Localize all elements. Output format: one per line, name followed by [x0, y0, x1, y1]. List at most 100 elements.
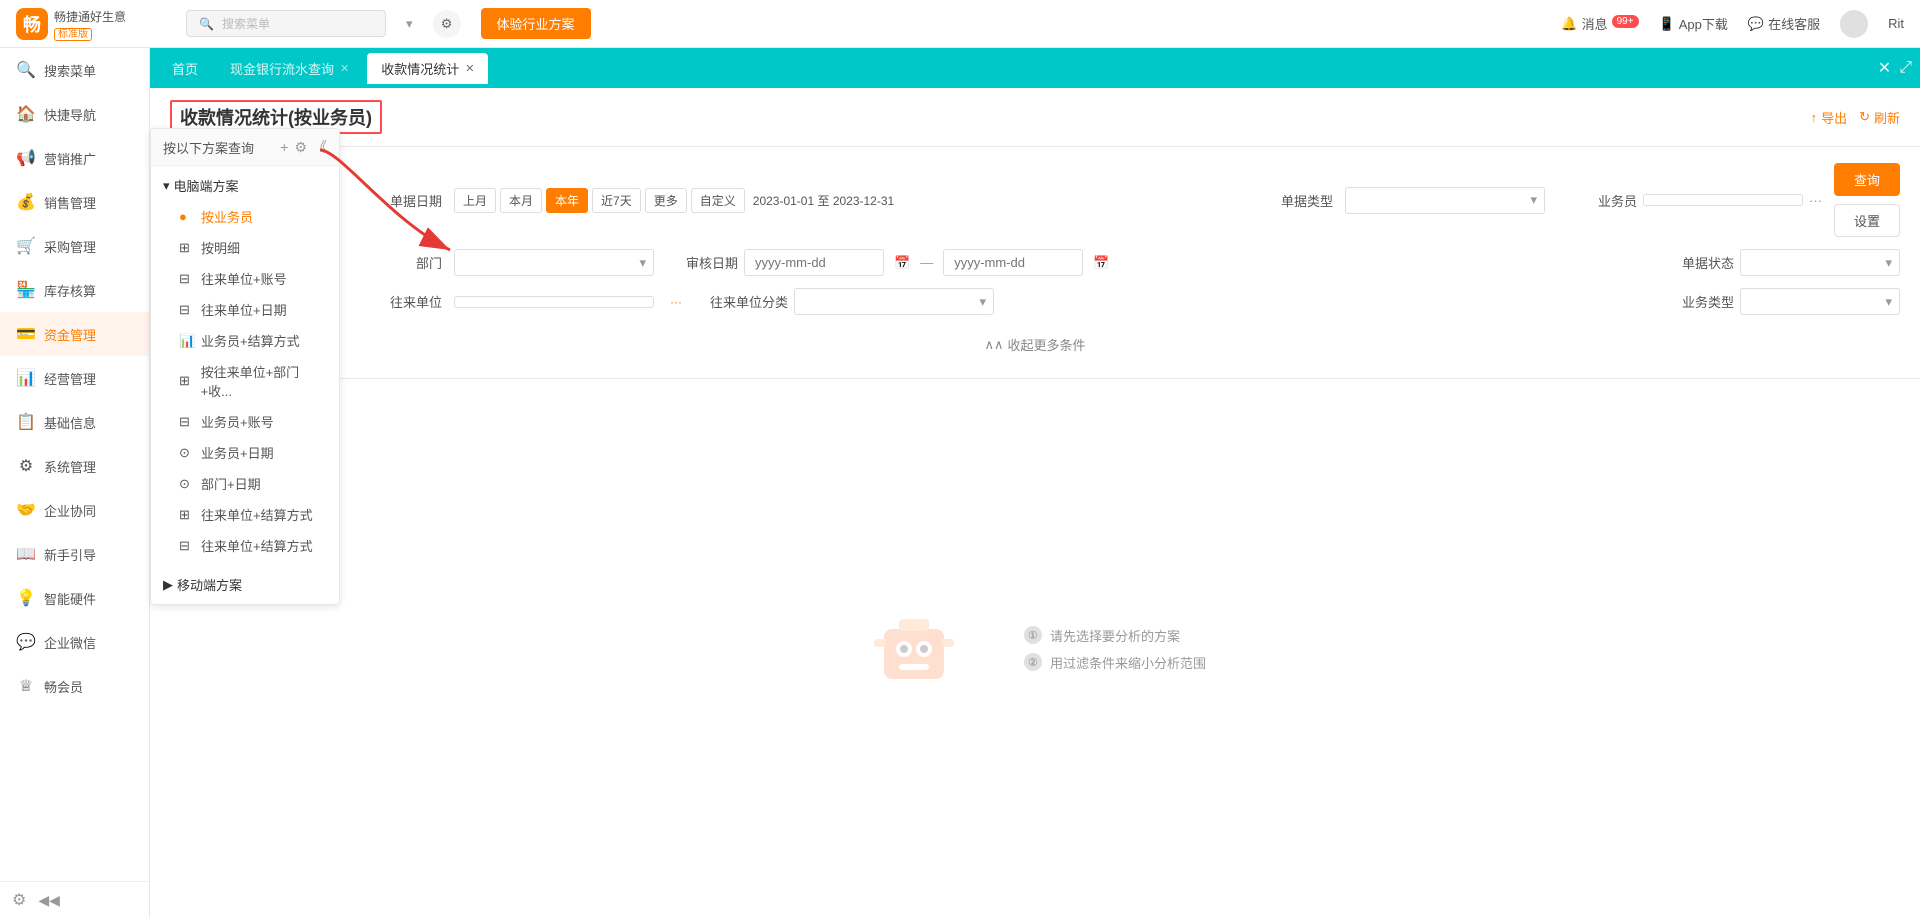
- sidebar-item-label: 销售管理: [44, 193, 96, 212]
- sidebar-item-purchase[interactable]: 🛒 采购管理: [0, 224, 149, 268]
- tab-home[interactable]: 首页: [158, 53, 212, 84]
- date-range: 2023-01-01 至 2023-12-31: [753, 192, 894, 209]
- tab-close-receipt-stats[interactable]: ✕: [465, 62, 474, 75]
- date-btn-this-month[interactable]: 本月: [500, 188, 542, 213]
- collapse-more-btn[interactable]: ∧∧ 收起更多条件: [170, 327, 1900, 362]
- cal-icon-from[interactable]: 📅: [894, 255, 910, 271]
- scheme-item-salesperson-account[interactable]: ⊟ 业务员+账号: [151, 406, 339, 437]
- sidebar-item-sales[interactable]: 💰 销售管理: [0, 180, 149, 224]
- doc-status-select[interactable]: [1740, 249, 1900, 276]
- date-btn-this-year[interactable]: 本年: [546, 188, 588, 213]
- sidebar-item-member[interactable]: ♕ 畅会员: [0, 664, 149, 708]
- empty-robot-icon: [864, 599, 964, 699]
- scheme-section-mobile-header[interactable]: ▶ 移动端方案: [151, 569, 339, 600]
- settings-btn[interactable]: 设置: [1834, 204, 1900, 237]
- scheme-item-counterpart-settlement2[interactable]: ⊟ 往来单位+结算方式: [151, 530, 339, 561]
- capital-icon: 💳: [16, 324, 36, 344]
- scheme-item-counterpart-settlement1[interactable]: ⊞ 往来单位+结算方式: [151, 499, 339, 530]
- messages-badge: 99+: [1612, 15, 1639, 28]
- biz-type-select[interactable]: [1740, 288, 1900, 315]
- sidebar-settings-icon[interactable]: ⚙: [12, 890, 26, 910]
- refresh-btn[interactable]: ↻ 刷新: [1859, 108, 1900, 127]
- scheme-item-counterpart-dept[interactable]: ⊞ 按往来单位+部门+收...: [151, 356, 339, 406]
- sidebar-item-wechat[interactable]: 💬 企业微信: [0, 620, 149, 664]
- biz-type-label: 业务类型: [1674, 292, 1734, 311]
- counterpart-input[interactable]: [454, 296, 654, 308]
- sidebar-item-label: 企业微信: [44, 633, 96, 652]
- warehouse-icon: 🏪: [16, 280, 36, 300]
- scheme-item-icon-grid: ⊞: [179, 240, 195, 256]
- counterpart-more-btn[interactable]: ···: [666, 295, 686, 309]
- scheme-item-by-salesperson[interactable]: ● 按业务员: [151, 201, 339, 232]
- tab-bank-flow[interactable]: 现金银行流水查询 ✕: [216, 53, 363, 84]
- logo-icon: 畅: [16, 8, 48, 40]
- sidebar-item-label: 库存核算: [44, 281, 96, 300]
- sidebar-item-hardware[interactable]: 💡 智能硬件: [0, 576, 149, 620]
- review-date-from[interactable]: [744, 249, 884, 276]
- app-download-btn[interactable]: 📱 App下载: [1659, 14, 1728, 33]
- date-btn-more[interactable]: 更多: [645, 188, 687, 213]
- sidebar-item-marketing[interactable]: 📢 营销推广: [0, 136, 149, 180]
- dept-select[interactable]: [454, 249, 654, 276]
- sidebar-item-quick-nav[interactable]: 🏠 快捷导航: [0, 92, 149, 136]
- sidebar-item-enterprise[interactable]: 🤝 企业协同: [0, 488, 149, 532]
- sidebar-item-label: 营销推广: [44, 149, 96, 168]
- tab-close-all-btn[interactable]: ✕: [1878, 58, 1891, 78]
- export-btn[interactable]: ↑ 导出: [1811, 108, 1848, 127]
- scheme-collapse-btn[interactable]: 《: [313, 137, 327, 157]
- sidebar-item-basic[interactable]: 📋 基础信息: [0, 400, 149, 444]
- scheme-item-counterpart-account[interactable]: ⊟ 往来单位+账号: [151, 263, 339, 294]
- scheme-add-btn[interactable]: +: [280, 139, 288, 155]
- export-icon: ↑: [1811, 110, 1818, 125]
- page-actions: ↑ 导出 ↻ 刷新: [1811, 108, 1900, 127]
- date-btn-custom[interactable]: 自定义: [691, 188, 745, 213]
- scheme-section-desktop-header[interactable]: ▾ 电脑端方案: [151, 170, 339, 201]
- user-avatar[interactable]: [1840, 10, 1868, 38]
- scheme-item-salesperson-date[interactable]: ⊙ 业务员+日期: [151, 437, 339, 468]
- tab-receipt-stats[interactable]: 收款情况统计 ✕: [367, 53, 488, 84]
- review-date-to[interactable]: [943, 249, 1083, 276]
- cal-icon-to[interactable]: 📅: [1093, 255, 1109, 271]
- online-service-btn[interactable]: 💬 在线客服: [1748, 14, 1820, 33]
- sidebar-item-operation[interactable]: 📊 经营管理: [0, 356, 149, 400]
- scheme-item-icon-table3: ⊟: [179, 414, 195, 430]
- scheme-item-salesperson-settlement[interactable]: 📊 业务员+结算方式: [151, 325, 339, 356]
- counterpart-category-select[interactable]: [794, 288, 994, 315]
- empty-steps: ① 请先选择要分析的方案 ② 用过滤条件来缩小分析范围: [1024, 626, 1206, 672]
- sidebar-item-capital[interactable]: 💳 资金管理: [0, 312, 149, 356]
- date-btn-7days[interactable]: 近7天: [592, 188, 641, 213]
- search-bar[interactable]: 🔍 搜索菜单: [186, 10, 386, 37]
- nav-dropdown-arrow[interactable]: ▾: [406, 16, 413, 32]
- salesperson-more-btn[interactable]: ···: [1809, 193, 1822, 208]
- sidebar-collapse-icon[interactable]: ◀◀: [38, 892, 60, 909]
- top-nav-area: 🔍 搜索菜单 ▾ ⚙ 体验行业方案: [166, 8, 1561, 39]
- doc-type-select[interactable]: [1345, 187, 1545, 214]
- counterpart-category-label: 往来单位分类: [710, 292, 788, 311]
- settings-gear[interactable]: ⚙: [433, 10, 461, 38]
- salesperson-input[interactable]: [1643, 194, 1803, 206]
- sidebar-item-system[interactable]: ⚙ 系统管理: [0, 444, 149, 488]
- collapse-chevron-icon: ∧∧: [984, 337, 1003, 353]
- date-dash: —: [920, 255, 933, 270]
- dept-label: 部门: [382, 253, 442, 272]
- tab-close-bank-flow[interactable]: ✕: [340, 62, 349, 75]
- sidebar-bottom: ⚙ ◀◀: [0, 881, 149, 918]
- messages-btn[interactable]: 🔔 消息 99+: [1561, 14, 1638, 33]
- trial-btn[interactable]: 体验行业方案: [481, 8, 591, 39]
- scheme-gear-btn[interactable]: ⚙: [294, 139, 307, 156]
- scheme-item-dept-date[interactable]: ⊙ 部门+日期: [151, 468, 339, 499]
- scheme-item-counterpart-date[interactable]: ⊟ 往来单位+日期: [151, 294, 339, 325]
- query-btn[interactable]: 查询: [1834, 163, 1900, 196]
- sidebar-item-guide[interactable]: 📖 新手引导: [0, 532, 149, 576]
- scheme-item-label: 按明细: [201, 238, 240, 257]
- sidebar-item-label: 采购管理: [44, 237, 96, 256]
- date-options: 上月 本月 本年 近7天 更多 自定义 2023-01-01 至 2023-12…: [454, 188, 894, 213]
- sidebar-item-label: 基础信息: [44, 413, 96, 432]
- tab-expand-btn[interactable]: ⤢: [1899, 59, 1912, 77]
- scheme-item-detail[interactable]: ⊞ 按明细: [151, 232, 339, 263]
- scheme-item-label: 往来单位+日期: [201, 300, 287, 319]
- sidebar-item-warehouse[interactable]: 🏪 库存核算: [0, 268, 149, 312]
- date-btn-last-month[interactable]: 上月: [454, 188, 496, 213]
- sidebar-item-search[interactable]: 🔍 搜索菜单: [0, 48, 149, 92]
- hardware-icon: 💡: [16, 588, 36, 608]
